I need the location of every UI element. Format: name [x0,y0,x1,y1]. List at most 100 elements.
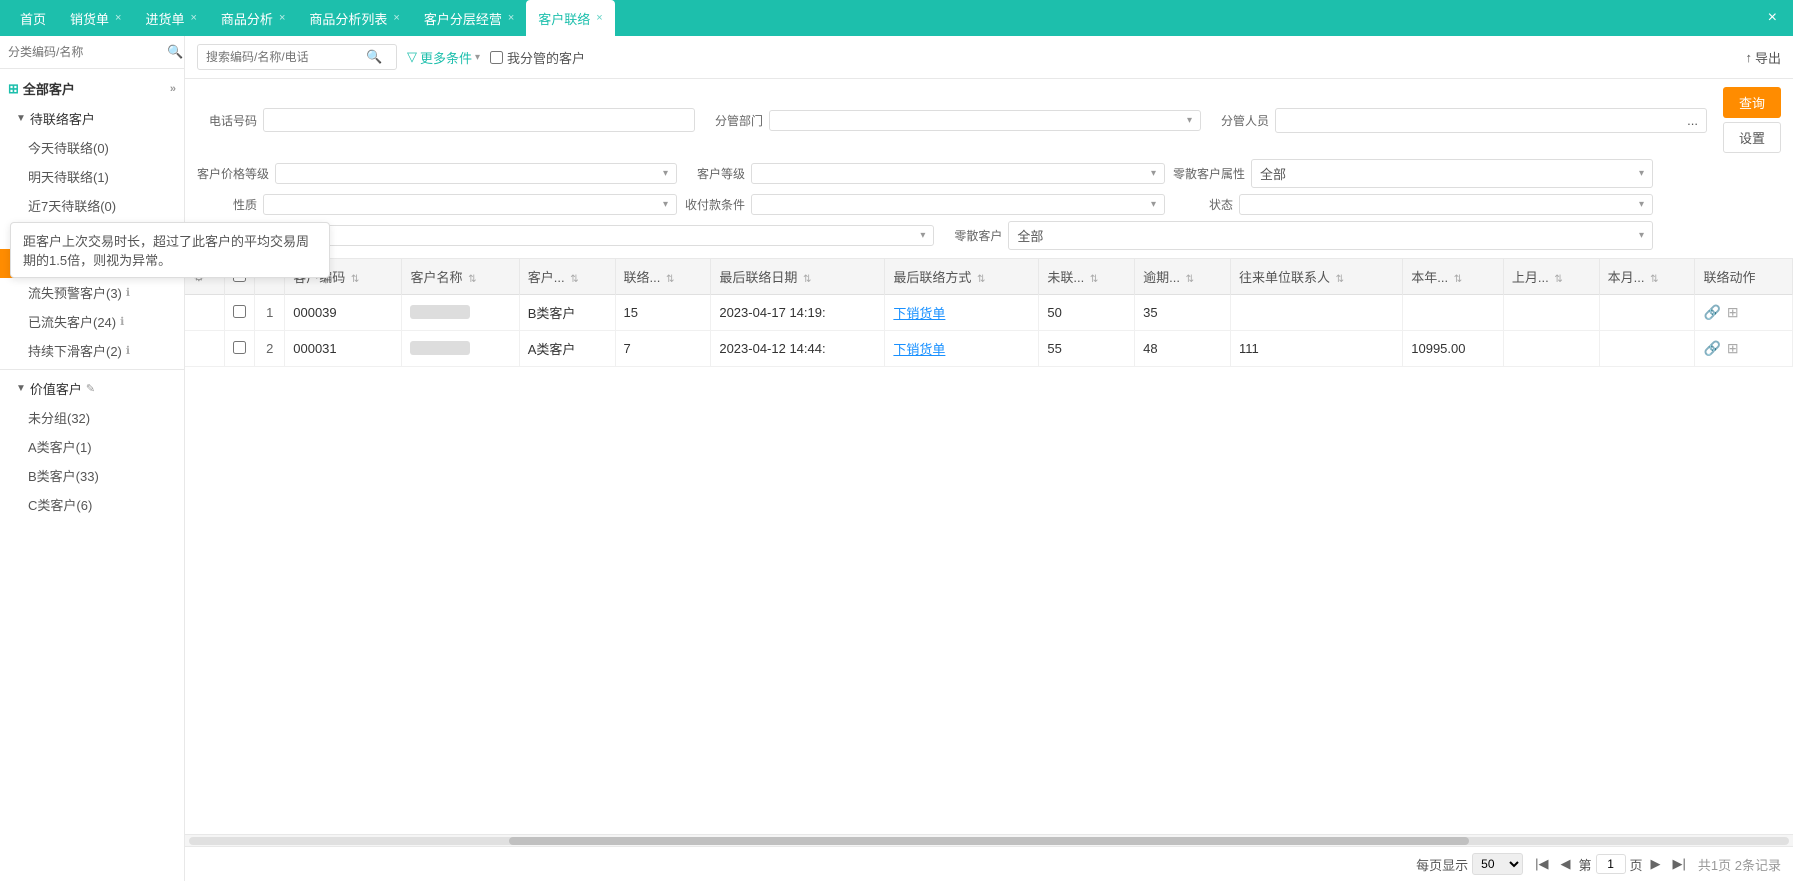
search-input-wrap: 🔍 [197,44,397,70]
nav-sales-close[interactable]: × [115,12,121,24]
sidebar-value-customers-section[interactable]: ▼ 价值客户 ✎ [0,374,184,403]
sidebar-item-7days[interactable]: 近7天待联络(0) [0,191,184,220]
sidebar: 🔍 ⊞ 全部客户 » ▼ 待联络客户 今天待联络(0) 明天待联络(1) 近7天… [0,36,185,881]
sidebar-all-customers[interactable]: ⊞ 全部客户 » [0,73,184,104]
row2-check[interactable] [233,341,246,354]
nav-product-analysis-list[interactable]: 商品分析列表 × [297,0,411,36]
retail-attr-dropdown[interactable]: 全部 ▾ [1251,159,1653,188]
my-customers-checkbox[interactable]: 我分管的客户 [490,48,585,67]
sidebar-item-c-class[interactable]: C类客户(6) [0,490,184,519]
sidebar-pending-contact-label: 待联络客户 [30,109,95,128]
sidebar-item-b-class[interactable]: B类客户(33) [0,461,184,490]
sidebar-search-icon[interactable]: 🔍 [167,44,183,60]
row2-contact-person: 111 [1230,331,1402,367]
col-last-contact-method: 最后联络方式 ⇅ [885,259,1039,295]
phone-input[interactable] [263,108,695,132]
retail-customer-dropdown[interactable]: 全部 ▾ [1008,221,1653,250]
manager-label: 分管人员 [1209,112,1269,129]
sort-icon-date[interactable]: ⇅ [803,274,811,285]
sidebar-collapse-btn[interactable]: » [170,83,176,95]
edit-icon[interactable]: ✎ [86,382,95,395]
next-page-button[interactable]: ▶ [1647,854,1665,874]
nav-product-analysis-list-close[interactable]: × [393,12,399,24]
row1-check[interactable] [233,305,246,318]
filter-department: 分管部门 ▾ [703,110,1201,131]
more-conditions-button[interactable]: ▽ 更多条件 ▾ [407,48,480,67]
page-number-input[interactable] [1596,854,1626,874]
sort-icon-name[interactable]: ⇅ [468,274,476,285]
customer-type-dropdown[interactable]: ▾ [290,225,935,246]
sort-icon-this-month[interactable]: ⇅ [1650,274,1658,285]
row2-this-month [1599,331,1695,367]
gender-dropdown[interactable]: ▾ [263,194,677,215]
row2-last-contact-method: 下销货单 [885,331,1039,367]
nav-home[interactable]: 首页 [8,0,58,36]
row1-link-icon[interactable]: 🔗 [1703,304,1720,321]
nav-product-analysis[interactable]: 商品分析 × [209,0,297,36]
sidebar-item-declining[interactable]: 持续下滑客户(2) ℹ [0,336,184,365]
my-customers-check[interactable] [490,51,503,64]
nav-purchase-close[interactable]: × [190,12,196,24]
customer-level-dropdown[interactable]: ▾ [751,163,1165,184]
col-overdue: 逾期... ⇅ [1135,259,1231,295]
department-dropdown[interactable]: ▾ [769,110,1201,131]
nav-customer-tier[interactable]: 客户分层经营 × [412,0,526,36]
sort-icon-contact[interactable]: ⇅ [666,274,674,285]
sort-icon-uncontacted[interactable]: ⇅ [1090,274,1098,285]
table-scroll[interactable]: ⚙ 客户编码 ⇅ 客户名称 [185,259,1793,834]
sort-icon-cat[interactable]: ⇅ [570,274,578,285]
row2-method-link[interactable]: 下销货单 [893,342,945,357]
sidebar-item-churn-warning[interactable]: 流失预警客户(3) ℹ [0,278,184,307]
col-name-label: 客户名称 [410,270,462,285]
sort-icon-year[interactable]: ⇅ [1454,274,1462,285]
manager-dropdown[interactable]: ... [1275,108,1707,133]
sidebar-item-tomorrow[interactable]: 明天待联络(1) [0,162,184,191]
payment-dropdown[interactable]: ▾ [751,194,1165,215]
sort-icon-code[interactable]: ⇅ [351,274,359,285]
price-level-dropdown[interactable]: ▾ [275,163,677,184]
settings-button[interactable]: 设置 [1723,122,1781,153]
nav-purchase[interactable]: 进货单 × [133,0,208,36]
chevron-down-icon-gender: ▾ [663,199,668,210]
per-page-label: 每页显示 [1416,855,1468,874]
total-info: 共1页 2条记录 [1698,855,1781,874]
sort-icon-last-month[interactable]: ⇅ [1554,274,1562,285]
window-close-button[interactable]: × [1760,9,1785,27]
row1-grid-icon[interactable]: ⊞ [1727,304,1739,321]
query-button[interactable]: 查询 [1723,87,1781,118]
search-input[interactable] [206,50,366,64]
row2-this-year: 10995.00 [1403,331,1504,367]
horizontal-scrollbar[interactable] [185,834,1793,846]
col-category-label: 客户... [528,270,565,285]
row2-index: 2 [255,331,285,367]
sort-icon-overdue[interactable]: ⇅ [1186,274,1194,285]
export-button[interactable]: ↑ 导出 [1745,48,1781,67]
row1-method-link[interactable]: 下销货单 [893,306,945,321]
per-page-select[interactable]: 50 20 100 [1472,853,1523,875]
sort-icon-method[interactable]: ⇅ [977,274,985,285]
nav-product-analysis-close[interactable]: × [279,12,285,24]
sidebar-item-ungrouped[interactable]: 未分组(32) [0,403,184,432]
sidebar-item-today[interactable]: 今天待联络(0) [0,133,184,162]
status-dropdown[interactable]: ▾ [1239,194,1653,215]
search-icon[interactable]: 🔍 [366,49,382,65]
nav-sales[interactable]: 销货单 × [58,0,133,36]
sidebar-search-input[interactable] [8,45,163,59]
row2-link-icon[interactable]: 🔗 [1703,340,1720,357]
prev-page-button[interactable]: ◀ [1557,854,1575,874]
row2-grid-icon[interactable]: ⊞ [1727,340,1739,357]
sidebar-pending-contact-section[interactable]: ▼ 待联络客户 [0,104,184,133]
sidebar-item-a-class[interactable]: A类客户(1) [0,432,184,461]
last-page-button[interactable]: ▶| [1669,854,1690,874]
col-name: 客户名称 ⇅ [402,259,519,295]
nav-customer-contact[interactable]: 客户联络 × [526,0,614,36]
export-icon: ↑ [1745,50,1752,65]
scrollbar-thumb[interactable] [509,837,1469,845]
col-this-month: 本月... ⇅ [1599,259,1695,295]
sidebar-item-churned[interactable]: 已流失客户(24) ℹ [0,307,184,336]
row2-uncontacted: 55 [1039,331,1135,367]
nav-customer-contact-close[interactable]: × [596,12,602,24]
nav-customer-tier-close[interactable]: × [508,12,514,24]
first-page-button[interactable]: |◀ [1531,854,1552,874]
sort-icon-person[interactable]: ⇅ [1336,274,1344,285]
